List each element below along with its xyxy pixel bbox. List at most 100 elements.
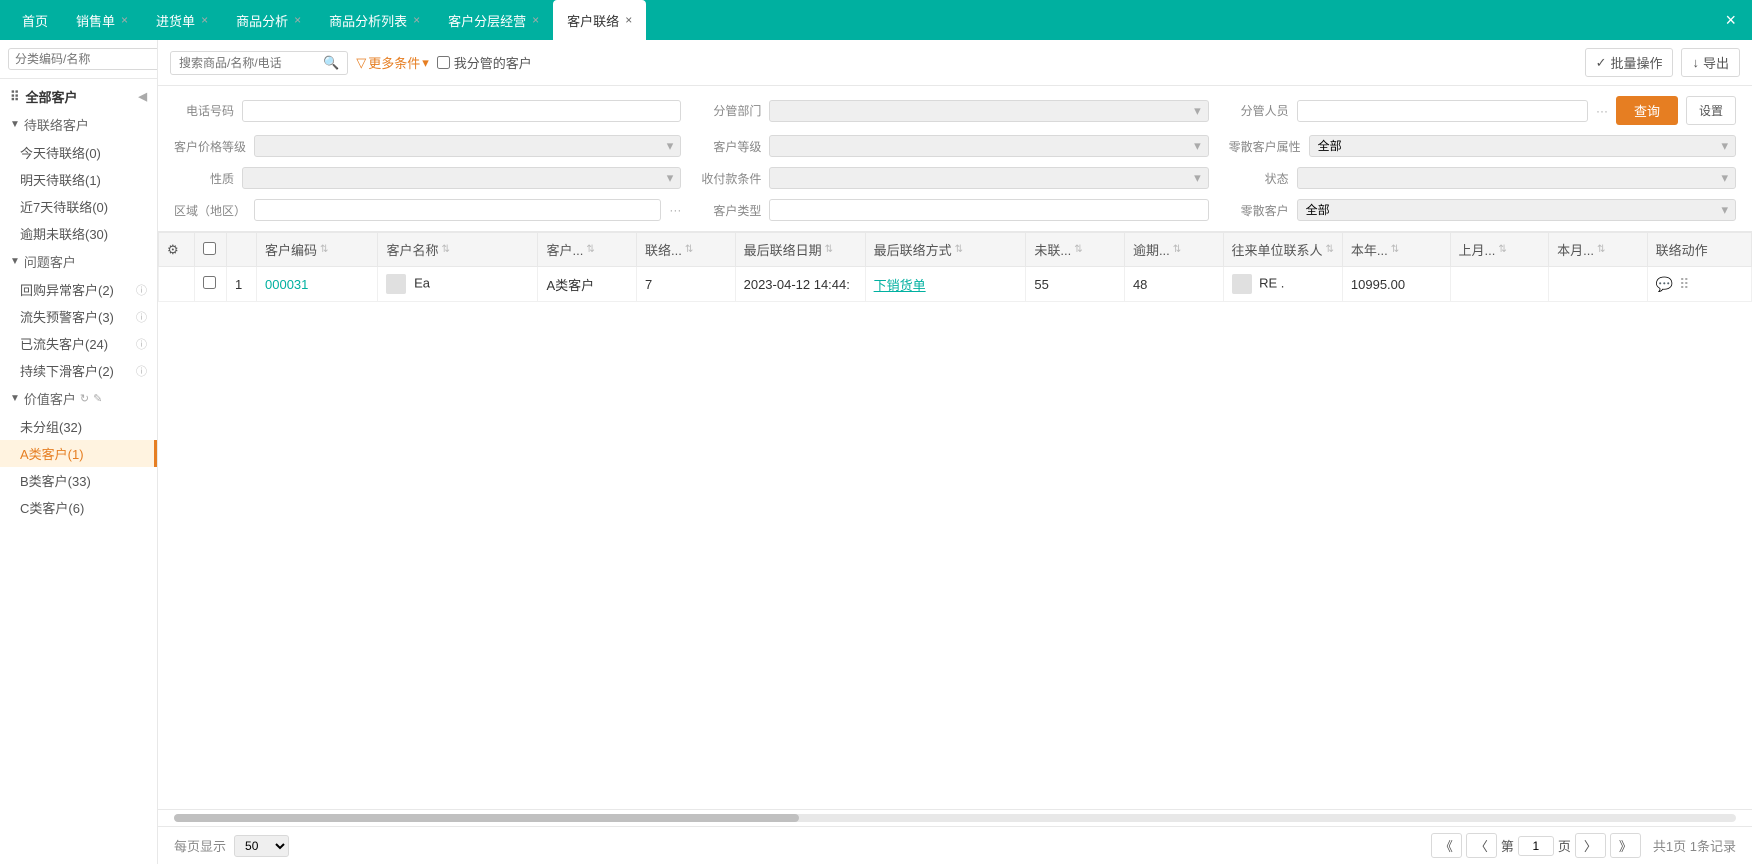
- help-icon-1[interactable]: ⓘ: [136, 309, 147, 325]
- nav-tab-goods-analysis-list[interactable]: 商品分析列表 ×: [315, 0, 434, 40]
- th-last-contact-date[interactable]: 最后联络日期 ⇅: [735, 233, 865, 267]
- prev-page-button[interactable]: 〈: [1466, 833, 1497, 858]
- row-name[interactable]: Ea: [378, 267, 538, 302]
- retail-attr-select[interactable]: 全部: [1309, 135, 1736, 157]
- sidebar-search-input[interactable]: [8, 48, 158, 70]
- sidebar-item-7days[interactable]: 近7天待联络(0): [0, 193, 157, 220]
- first-page-button[interactable]: 《: [1431, 833, 1462, 858]
- help-icon-2[interactable]: ⓘ: [136, 336, 147, 352]
- th-overdue[interactable]: 逾期... ⇅: [1124, 233, 1223, 267]
- sidebar-item-churn-warning[interactable]: 流失预警客户(3) ⓘ: [0, 303, 157, 330]
- edit-icon[interactable]: ✎: [93, 392, 102, 405]
- row-overdue: 48: [1124, 267, 1223, 302]
- nav-tab-customer-contact[interactable]: 客户联络 ×: [553, 0, 646, 40]
- payment-select[interactable]: [769, 167, 1208, 189]
- phone-input[interactable]: [242, 100, 681, 122]
- th-settings[interactable]: ⚙: [159, 233, 195, 267]
- name-sort-icon: ⇅: [442, 244, 450, 255]
- row-checkbox-input[interactable]: [203, 276, 216, 289]
- customer-segment-tab-close[interactable]: ×: [532, 13, 539, 27]
- help-icon-0[interactable]: ⓘ: [136, 282, 147, 298]
- sidebar-item-today[interactable]: 今天待联络(0): [0, 139, 157, 166]
- sidebar-item-class-c[interactable]: C类客户(6): [0, 494, 157, 521]
- last-page-button[interactable]: 》: [1610, 833, 1641, 858]
- sales-tab-close[interactable]: ×: [121, 13, 128, 27]
- refresh-icon[interactable]: ↻: [80, 392, 89, 405]
- th-name[interactable]: 客户名称 ⇅: [378, 233, 538, 267]
- filter-search-input[interactable]: [179, 56, 319, 70]
- customer-level-select[interactable]: [769, 135, 1208, 157]
- settings-button[interactable]: 设置: [1686, 96, 1736, 125]
- customer-contact-tab-close[interactable]: ×: [625, 13, 632, 27]
- customer-type-input[interactable]: [769, 199, 1208, 221]
- problem-customers-group-title[interactable]: ▼ 问题客户: [0, 247, 157, 276]
- retail-select[interactable]: 全部: [1297, 199, 1736, 221]
- my-customers-checkbox[interactable]: [437, 56, 450, 69]
- row-last-contact-method[interactable]: 下销货单: [865, 267, 1026, 302]
- value-customers-group-title[interactable]: ▼ 价值客户 ↻ ✎: [0, 384, 157, 413]
- sidebar-item-class-a[interactable]: A类客户(1): [0, 440, 157, 467]
- sidebar-item-tomorrow[interactable]: 明天待联络(1): [0, 166, 157, 193]
- status-select[interactable]: [1297, 167, 1736, 189]
- row-unit-contacts: RE .: [1223, 267, 1342, 302]
- th-no-contact[interactable]: 未联... ⇅: [1026, 233, 1125, 267]
- nature-label: 性质: [174, 170, 234, 187]
- goods-analysis-list-tab-close[interactable]: ×: [413, 13, 420, 27]
- th-checkbox[interactable]: [195, 233, 227, 267]
- nav-tab-home[interactable]: 首页: [8, 0, 62, 40]
- page-size-select[interactable]: 50 100 200: [234, 835, 289, 857]
- sidebar-item-declining[interactable]: 持续下滑客户(2) ⓘ: [0, 357, 157, 384]
- sidebar-item-churned[interactable]: 已流失客户(24) ⓘ: [0, 330, 157, 357]
- select-all-checkbox[interactable]: [203, 242, 216, 255]
- sidebar-item-unclassified[interactable]: 未分组(32): [0, 413, 157, 440]
- goods-analysis-tab-close[interactable]: ×: [294, 13, 301, 27]
- nav-tab-customer-segment[interactable]: 客户分层经营 ×: [434, 0, 553, 40]
- sidebar-item-repurchase-abnormal[interactable]: 回购异常客户(2) ⓘ: [0, 276, 157, 303]
- collapse-icon[interactable]: ◀: [139, 90, 147, 103]
- th-last-month[interactable]: 上月... ⇅: [1450, 233, 1549, 267]
- area-input[interactable]: [254, 199, 661, 221]
- purchase-tab-close[interactable]: ×: [201, 13, 208, 27]
- th-this-year[interactable]: 本年... ⇅: [1342, 233, 1450, 267]
- area-dots[interactable]: ···: [669, 203, 681, 217]
- th-action: 联络动作: [1647, 233, 1751, 267]
- th-this-month[interactable]: 本月... ⇅: [1549, 233, 1648, 267]
- row-code[interactable]: 000031: [257, 267, 378, 302]
- query-button[interactable]: 查询: [1616, 96, 1678, 125]
- row-checkbox[interactable]: [195, 267, 227, 302]
- next-page-button[interactable]: 〉: [1575, 833, 1606, 858]
- pending-arrow: ▼: [10, 119, 20, 130]
- nature-select[interactable]: [242, 167, 681, 189]
- page-input[interactable]: [1518, 836, 1554, 856]
- export-button[interactable]: ↓ 导出: [1681, 48, 1740, 77]
- sidebar-all-customers-header[interactable]: ⠿ 全部客户 ◀: [0, 79, 157, 110]
- batch-op-button[interactable]: ✓ 批量操作: [1585, 48, 1674, 77]
- price-level-select[interactable]: [254, 135, 681, 157]
- nav-tab-sales[interactable]: 销售单 ×: [62, 0, 142, 40]
- th-action-label: 联络动作: [1656, 240, 1708, 259]
- th-unit-contacts[interactable]: 往来单位联系人 ⇅: [1223, 233, 1342, 267]
- th-last-contact-method[interactable]: 最后联络方式 ⇅: [865, 233, 1026, 267]
- manager-input[interactable]: [1297, 100, 1588, 122]
- th-contacts[interactable]: 联络... ⇅: [637, 233, 736, 267]
- chat-icon[interactable]: 💬: [1656, 276, 1673, 293]
- th-category[interactable]: 客户... ⇅: [538, 233, 637, 267]
- qr-icon[interactable]: ⠿: [1679, 276, 1689, 293]
- scroll-thumb[interactable]: [174, 814, 799, 822]
- dept-select[interactable]: [769, 100, 1208, 122]
- sidebar-item-class-b[interactable]: B类客户(33): [0, 467, 157, 494]
- sidebar-item-overdue[interactable]: 逾期未联络(30): [0, 220, 157, 247]
- goods-analysis-tab-label: 商品分析: [236, 11, 288, 30]
- pending-contact-group-title[interactable]: ▼ 待联络客户: [0, 110, 157, 139]
- nav-tab-goods-analysis[interactable]: 商品分析 ×: [222, 0, 315, 40]
- scroll-bar[interactable]: [174, 814, 1736, 822]
- filter-search-icon[interactable]: 🔍: [323, 55, 339, 71]
- nav-tab-purchase[interactable]: 进货单 ×: [142, 0, 222, 40]
- last-contact-method-link[interactable]: 下销货单: [874, 278, 926, 293]
- close-all-button[interactable]: ×: [1717, 10, 1744, 31]
- help-icon-3[interactable]: ⓘ: [136, 363, 147, 379]
- more-filters-button[interactable]: ▽ 更多条件 ▾: [356, 53, 429, 72]
- manager-dots[interactable]: ···: [1596, 104, 1608, 118]
- th-code[interactable]: 客户编码 ⇅: [257, 233, 378, 267]
- my-customers-filter[interactable]: 我分管的客户: [437, 53, 532, 72]
